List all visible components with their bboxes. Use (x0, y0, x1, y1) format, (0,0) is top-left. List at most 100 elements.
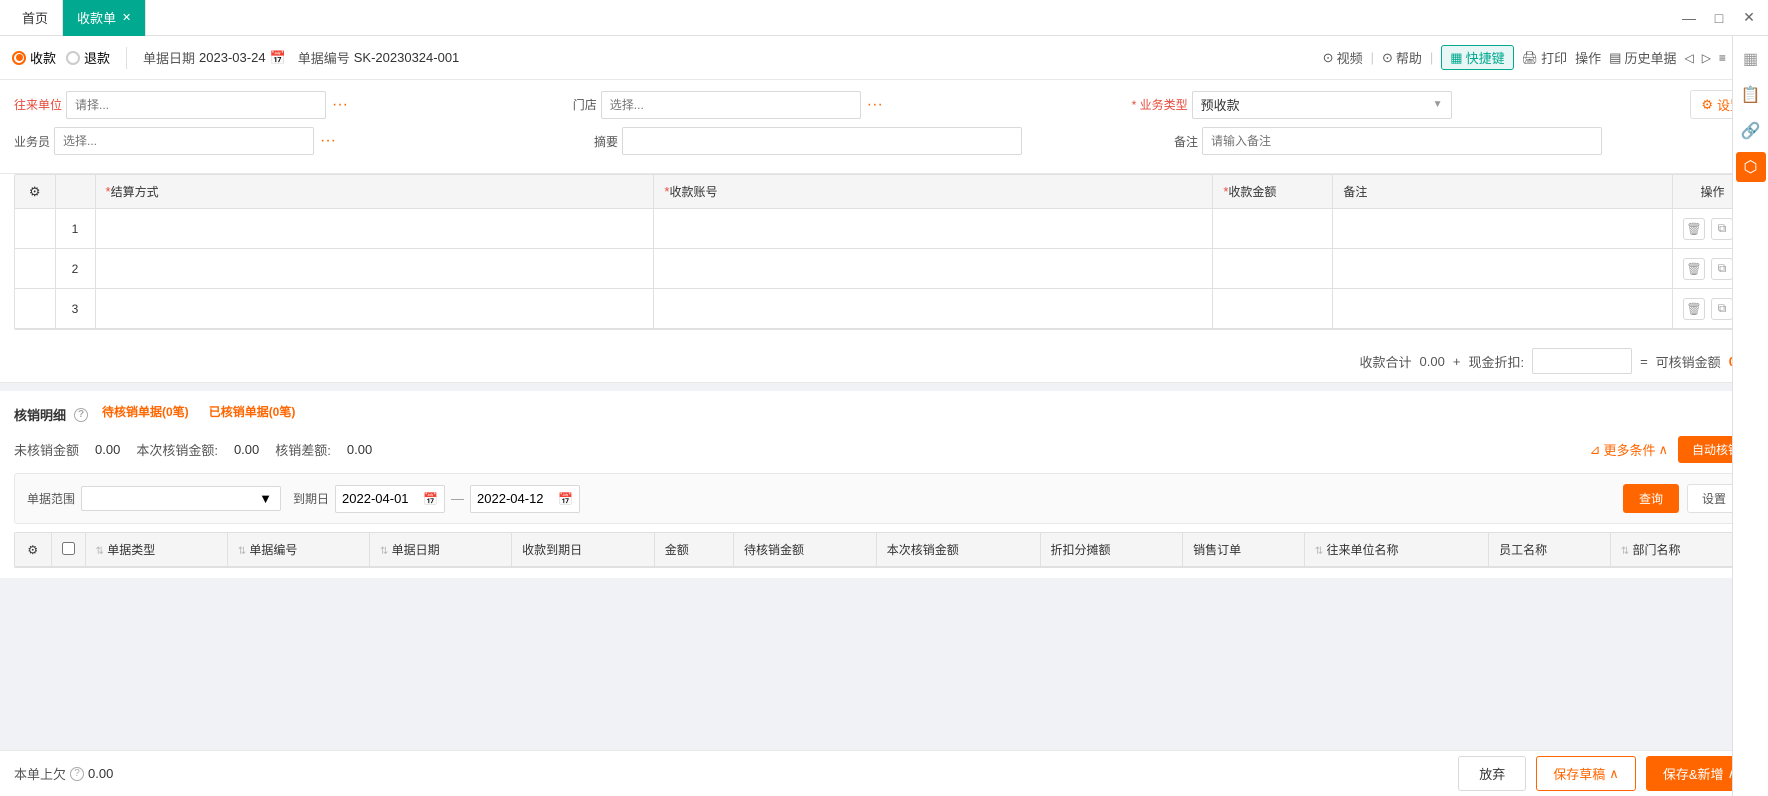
video-button[interactable]: ⊙ 视频 (1323, 48, 1363, 67)
number-label: 单据编号 (298, 48, 350, 67)
gear-column-header[interactable]: ⚙ (15, 175, 55, 209)
refund-radio-circle (66, 51, 80, 65)
tab-receipt-label: 收款单 (77, 8, 116, 27)
row1-delete-icon[interactable]: 🗑 (1683, 218, 1705, 240)
verify-doc-date-col: ⇅ 单据日期 (369, 533, 511, 567)
date-from-input[interactable]: 2022-04-01 📅 (335, 485, 445, 513)
account-column-header: *收款账号 (654, 175, 1213, 209)
row3-account[interactable] (654, 289, 1213, 329)
total-row: 收款合计 0.00 + 现金折扣: = 可核销金额 0.00 (0, 340, 1768, 383)
row1-payment-method[interactable] (95, 209, 654, 249)
row3-payment-method[interactable] (95, 289, 654, 329)
close-button[interactable]: ✕ (1738, 7, 1760, 29)
row2-copy-icon[interactable]: ⧉ (1711, 258, 1733, 280)
business-type-field: * 业务类型 预收款 ▼ (1132, 91, 1691, 119)
draft-button[interactable]: 保存草稿 ∧ (1536, 756, 1636, 791)
row1-seq: 1 (55, 209, 95, 249)
bottom-info-icon[interactable]: ? (70, 767, 84, 781)
nav-prev-button[interactable]: ◁ (1684, 51, 1693, 65)
gear-icon: ⚙ (1701, 97, 1713, 113)
tab-home-label: 首页 (22, 8, 48, 27)
nav-next-button[interactable]: ▷ (1702, 51, 1711, 65)
sidebar-file-icon[interactable]: 📋 (1736, 80, 1766, 110)
sidebar-link-icon[interactable]: 🔗 (1736, 116, 1766, 146)
video-icon: ⊙ (1323, 50, 1334, 66)
shortcut-button[interactable]: ▦ 快捷键 (1441, 45, 1513, 70)
row2-amount[interactable] (1213, 249, 1333, 289)
remark-label: 备注 (1174, 133, 1198, 150)
verify-title: 核销明细 (14, 405, 66, 424)
row2-remark[interactable] (1333, 249, 1673, 289)
verify-title-row: 核销明细 ? 待核销单据(0笔) 已核销单据(0笔) (14, 401, 1754, 428)
tab-receipt[interactable]: 收款单 ✕ (63, 0, 146, 36)
history-button[interactable]: ▤ 历史单据 (1609, 48, 1676, 67)
partner-field: 往来单位 ··· (14, 91, 573, 119)
tab-home[interactable]: 首页 (8, 0, 63, 36)
date-from-cal-icon: 📅 (423, 492, 438, 506)
remark-input[interactable] (1202, 127, 1602, 155)
video-label: 视频 (1337, 48, 1363, 67)
summary-input[interactable] (622, 127, 1022, 155)
help-button[interactable]: ⊙ 帮助 (1382, 48, 1422, 67)
verify-checkbox-col[interactable] (51, 533, 85, 567)
refund-radio[interactable]: 退款 (66, 48, 110, 67)
row3-delete-icon[interactable]: 🗑 (1683, 298, 1705, 320)
shop-input[interactable] (601, 91, 861, 119)
list-view-button[interactable]: ≡ (1719, 51, 1726, 65)
subtotal-value: 0.00 (1420, 354, 1445, 369)
operation-button[interactable]: 操作 (1575, 48, 1601, 67)
table-row: 3 🗑 ⧉ (15, 289, 1753, 329)
row1-copy-icon[interactable]: ⧉ (1711, 218, 1733, 240)
verify-done-tab[interactable]: 已核销单据(0笔) (203, 401, 302, 422)
business-type-select[interactable]: 预收款 ▼ (1192, 91, 1452, 119)
calendar-icon[interactable]: 📅 (270, 50, 286, 66)
verify-info-icon[interactable]: ? (74, 408, 88, 422)
row3-amount[interactable] (1213, 289, 1333, 329)
bottom-info: 本单上欠 ? 0.00 (14, 764, 113, 783)
sidebar-table-icon[interactable]: ▦ (1736, 44, 1766, 74)
range-field: 单据范围 ▼ (27, 486, 281, 511)
row1-account[interactable] (654, 209, 1213, 249)
discard-button[interactable]: 放弃 (1458, 756, 1526, 791)
staff-field: 业务员 ··· (14, 127, 594, 155)
row1-remark[interactable] (1333, 209, 1673, 249)
diff-value: 0.00 (347, 442, 372, 457)
maximize-button[interactable]: □ (1708, 7, 1730, 29)
row3-col0 (15, 289, 55, 329)
range-select[interactable]: ▼ (81, 486, 281, 511)
receipt-radio[interactable]: 收款 (12, 48, 56, 67)
staff-more-button[interactable]: ··· (314, 127, 342, 155)
discount-input[interactable] (1532, 348, 1632, 374)
row2-delete-icon[interactable]: 🗑 (1683, 258, 1705, 280)
verify-doc-num-col: ⇅ 单据编号 (227, 533, 369, 567)
row2-account[interactable] (654, 249, 1213, 289)
sidebar-expand-icon[interactable]: ⬡ (1736, 152, 1766, 182)
print-button[interactable]: 🖨 打印 (1522, 48, 1568, 67)
range-arrow-icon: ▼ (259, 491, 272, 506)
row1-amount[interactable] (1213, 209, 1333, 249)
verify-doc-type-col: ⇅ 单据类型 (85, 533, 227, 567)
verify-gear-col[interactable]: ⚙ (15, 533, 51, 567)
main-form: 往来单位 ··· 门店 ··· * 业务类型 预收款 ▼ ⚙ 设置 业务员 (0, 80, 1768, 174)
query-button[interactable]: 查询 (1623, 484, 1679, 513)
partner-input[interactable] (66, 91, 326, 119)
row2-payment-method[interactable] (95, 249, 654, 289)
summary-label: 摘要 (594, 133, 618, 150)
more-conditions-button[interactable]: ⊿ 更多条件 ∧ (1590, 440, 1668, 459)
verify-pending-tab[interactable]: 待核销单据(0笔) (96, 401, 195, 422)
minimize-button[interactable]: — (1678, 7, 1700, 29)
verify-select-all[interactable] (62, 542, 75, 555)
due-date-field: 到期日 2022-04-01 📅 — 2022-04-12 📅 (293, 485, 580, 513)
row3-copy-icon[interactable]: ⧉ (1711, 298, 1733, 320)
date-to-input[interactable]: 2022-04-12 📅 (470, 485, 580, 513)
receipt-radio-circle (12, 51, 26, 65)
remark-field: 备注 (1174, 127, 1754, 155)
staff-input[interactable] (54, 127, 314, 155)
shop-more-button[interactable]: ··· (861, 91, 889, 119)
partner-more-button[interactable]: ··· (326, 91, 354, 119)
form-row-2: 业务员 ··· 摘要 备注 (14, 127, 1754, 155)
tab-close-icon[interactable]: ✕ (122, 11, 131, 24)
gear-header-icon: ⚙ (29, 184, 41, 199)
operation-label: 操作 (1575, 48, 1601, 67)
row3-remark[interactable] (1333, 289, 1673, 329)
